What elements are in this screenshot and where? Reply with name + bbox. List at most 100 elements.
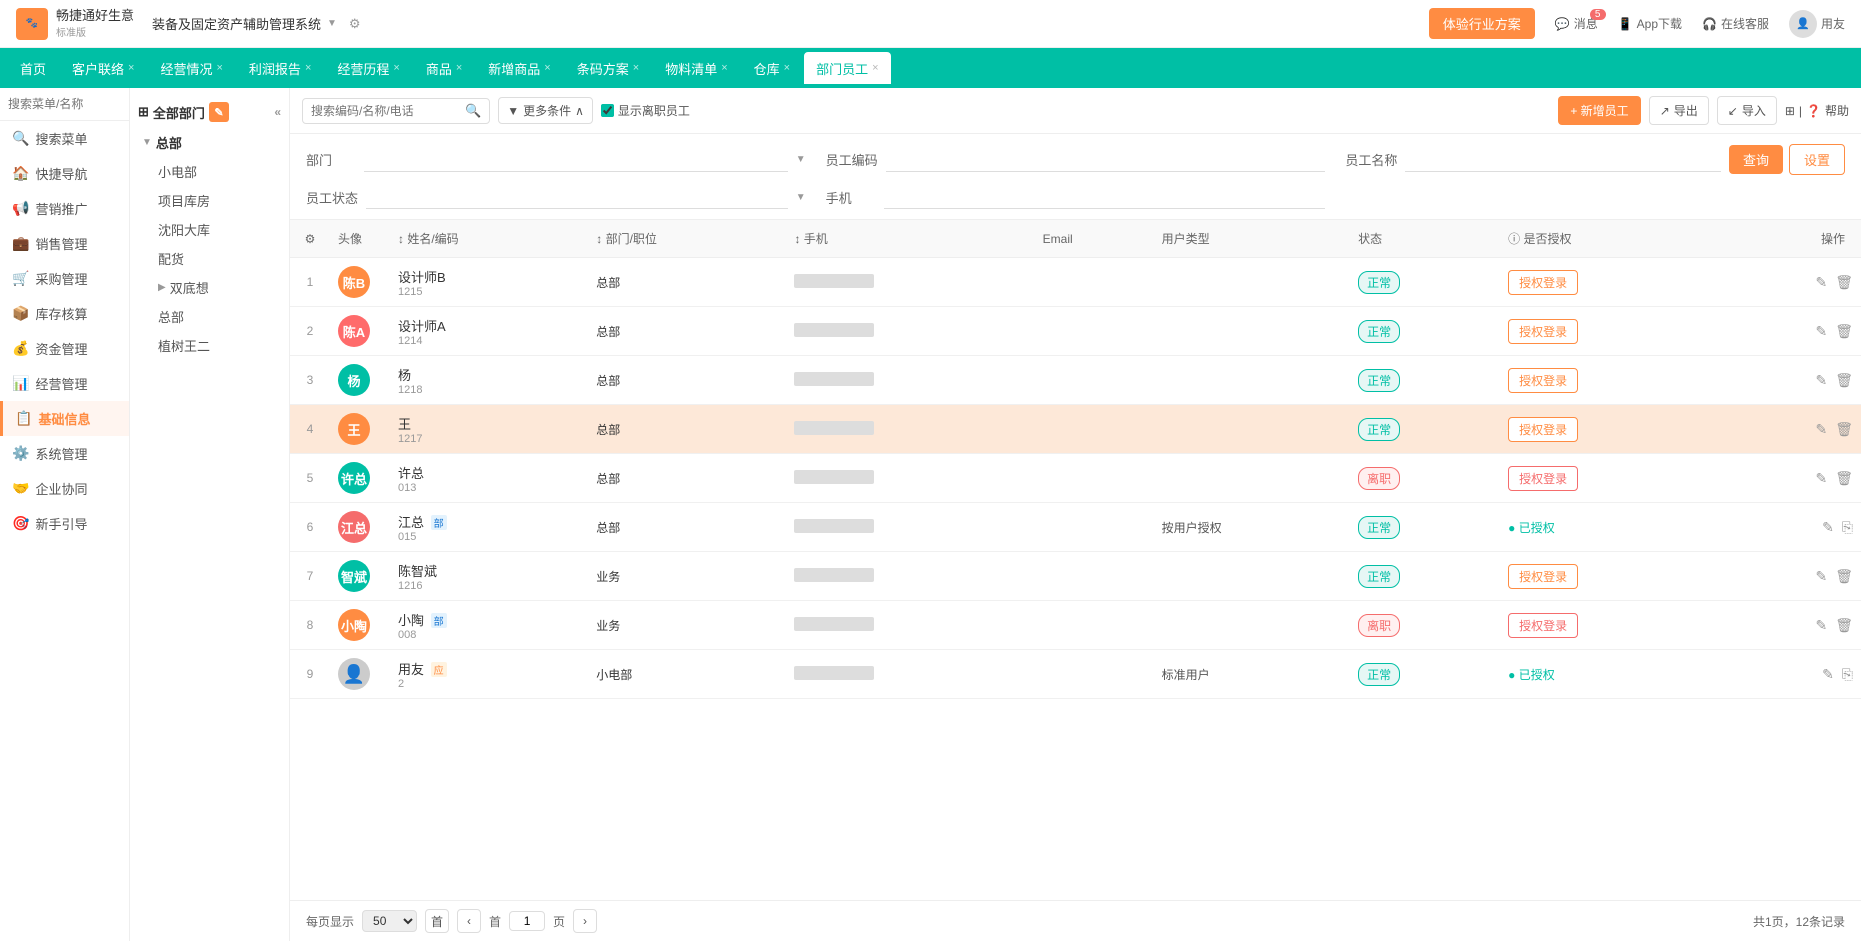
next-page-button[interactable]: › [573, 909, 597, 933]
tab-goods-close[interactable]: × [456, 62, 462, 74]
search-button[interactable]: 查询 [1729, 145, 1783, 174]
filter-empcode-input[interactable] [886, 148, 1326, 172]
tab-add-goods[interactable]: 新增商品 × [476, 52, 562, 84]
prev-page-button[interactable]: ‹ [457, 909, 481, 933]
auth-btn-7[interactable]: 授权登录 [1508, 564, 1578, 589]
sidebar-item-system[interactable]: ⚙️ 系统管理 [0, 436, 129, 471]
auth-btn-2[interactable]: 授权登录 [1508, 319, 1578, 344]
delete-btn-4[interactable]: 🗑 [1835, 421, 1853, 438]
sidebar-item-mgmt[interactable]: 📊 经营管理 [0, 366, 129, 401]
tab-profit[interactable]: 利润报告 × [237, 52, 323, 84]
import-button[interactable]: ↙ 导入 [1717, 96, 1777, 125]
edit-btn-1[interactable]: ✎ [1815, 274, 1827, 291]
dept-item-headquarters[interactable]: 总部 [146, 302, 289, 331]
tab-customer-close[interactable]: × [128, 62, 134, 74]
export-button[interactable]: ↗ 导出 [1649, 96, 1709, 125]
first-page-button[interactable]: 首 [425, 909, 449, 933]
filter-phone-input[interactable] [884, 185, 1326, 209]
online-service-item[interactable]: 🎧 在线客服 [1702, 15, 1769, 32]
tab-profit-close[interactable]: × [305, 62, 311, 74]
edit-btn-4[interactable]: ✎ [1815, 421, 1827, 438]
sidebar-item-collab[interactable]: 🤝 企业协同 [0, 471, 129, 506]
tab-customer[interactable]: 客户联络 × [60, 52, 146, 84]
settings-button[interactable]: 设置 [1789, 144, 1845, 175]
view-icon[interactable]: ⊞ [1785, 104, 1795, 118]
page-number-input[interactable] [509, 911, 545, 931]
tab-barcode[interactable]: 条码方案 × [565, 52, 651, 84]
col-settings[interactable]: ⚙ [290, 220, 330, 258]
delete-btn-2[interactable]: 🗑 [1835, 323, 1853, 340]
edit-btn-6[interactable]: ✎ [1822, 519, 1834, 536]
dept-item-double[interactable]: ▶ 双底想 [146, 273, 289, 302]
add-employee-button[interactable]: + 新增员工 [1558, 96, 1640, 125]
tab-warehouse[interactable]: 仓库 × [742, 52, 802, 84]
user-area[interactable]: 👤 用友 [1789, 10, 1845, 38]
sidebar-item-finance[interactable]: 💰 资金管理 [0, 331, 129, 366]
show-resigned-checkbox[interactable] [601, 104, 614, 117]
dept-item-distribution[interactable]: 配货 [146, 244, 289, 273]
filter-dept-select[interactable] [364, 148, 788, 172]
tab-employee-close[interactable]: × [872, 62, 878, 74]
dept-collapse-icon[interactable]: « [274, 105, 281, 119]
edit-btn-3[interactable]: ✎ [1815, 372, 1827, 389]
tab-home[interactable]: 首页 [8, 52, 58, 84]
auth-btn-5[interactable]: 授权登录 [1508, 466, 1578, 491]
sidebar-item-quicknav[interactable]: 🏠 快捷导航 [0, 156, 129, 191]
help-icon[interactable]: ❓ [1806, 104, 1821, 118]
tab-bom-close[interactable]: × [721, 62, 727, 74]
tab-goods[interactable]: 商品 × [414, 52, 474, 84]
edit-btn-5[interactable]: ✎ [1815, 470, 1827, 487]
sidebar-item-guide[interactable]: 🎯 新手引导 [0, 506, 129, 541]
delete-btn-5[interactable]: 🗑 [1835, 470, 1853, 487]
filter-status-select[interactable] [366, 185, 788, 209]
dept-edit-icon[interactable]: ✎ [209, 102, 229, 122]
col-name-code[interactable]: ↕ 姓名/编码 [390, 220, 588, 258]
col-phone[interactable]: ↕ 手机 [786, 220, 1034, 258]
search-icon[interactable]: 🔍 [465, 103, 481, 119]
sidebar-item-search[interactable]: 🔍 搜索菜单 [0, 121, 129, 156]
dept-item-shenyang[interactable]: 沈阳大库 [146, 215, 289, 244]
dept-item-plant-tree[interactable]: 植树王二 [146, 331, 289, 360]
tab-bom[interactable]: 物料清单 × [653, 52, 739, 84]
copy-btn-9[interactable]: ⎘ [1842, 666, 1853, 683]
edit-btn-7[interactable]: ✎ [1815, 568, 1827, 585]
settings-icon[interactable]: ⚙ [349, 16, 361, 32]
tab-employee[interactable]: 部门员工 × [804, 52, 890, 84]
search-input[interactable] [311, 104, 461, 118]
delete-btn-3[interactable]: 🗑 [1835, 372, 1853, 389]
sidebar-item-purchase[interactable]: 🛒 采购管理 [0, 261, 129, 296]
delete-btn-8[interactable]: 🗑 [1835, 617, 1853, 634]
tab-operation[interactable]: 经营情况 × [148, 52, 234, 84]
sidebar-search-input[interactable] [8, 97, 130, 111]
auth-btn-3[interactable]: 授权登录 [1508, 368, 1578, 393]
dropdown-arrow-icon[interactable]: ▼ [327, 18, 337, 29]
trial-button[interactable]: 体验行业方案 [1429, 8, 1535, 39]
show-resigned-label[interactable]: 显示离职员工 [601, 102, 690, 119]
auth-btn-8[interactable]: 授权登录 [1508, 613, 1578, 638]
page-size-select[interactable]: 50 100 200 [362, 910, 417, 932]
copy-btn-6[interactable]: ⎘ [1842, 519, 1853, 536]
edit-btn-2[interactable]: ✎ [1815, 323, 1827, 340]
auth-btn-4[interactable]: 授权登录 [1508, 417, 1578, 442]
delete-btn-7[interactable]: 🗑 [1835, 568, 1853, 585]
sidebar-item-sales[interactable]: 💼 销售管理 [0, 226, 129, 261]
tab-history-close[interactable]: × [393, 62, 399, 74]
more-conditions-button[interactable]: ▼ 更多条件 ∧ [498, 97, 593, 124]
sidebar-item-basic[interactable]: 📋 基础信息 [0, 401, 129, 436]
dept-item-hq[interactable]: ▼ 总部 [130, 128, 289, 157]
edit-btn-9[interactable]: ✎ [1822, 666, 1834, 683]
filter-empname-input[interactable] [1405, 148, 1721, 172]
app-download-item[interactable]: 📱 App下载 [1618, 15, 1682, 32]
sidebar-item-inventory[interactable]: 📦 库存核算 [0, 296, 129, 331]
tab-barcode-close[interactable]: × [633, 62, 639, 74]
tab-operation-close[interactable]: × [216, 62, 222, 74]
tab-add-goods-close[interactable]: × [544, 62, 550, 74]
tab-warehouse-close[interactable]: × [784, 62, 790, 74]
col-dept[interactable]: ↕ 部门/职位 [588, 220, 786, 258]
dept-item-project[interactable]: 项目库房 [146, 186, 289, 215]
message-icon-item[interactable]: 💬 5 消息 [1555, 15, 1598, 32]
auth-btn-1[interactable]: 授权登录 [1508, 270, 1578, 295]
edit-btn-8[interactable]: ✎ [1815, 617, 1827, 634]
sidebar-item-marketing[interactable]: 📢 营销推广 [0, 191, 129, 226]
delete-btn-1[interactable]: 🗑 [1835, 274, 1853, 291]
